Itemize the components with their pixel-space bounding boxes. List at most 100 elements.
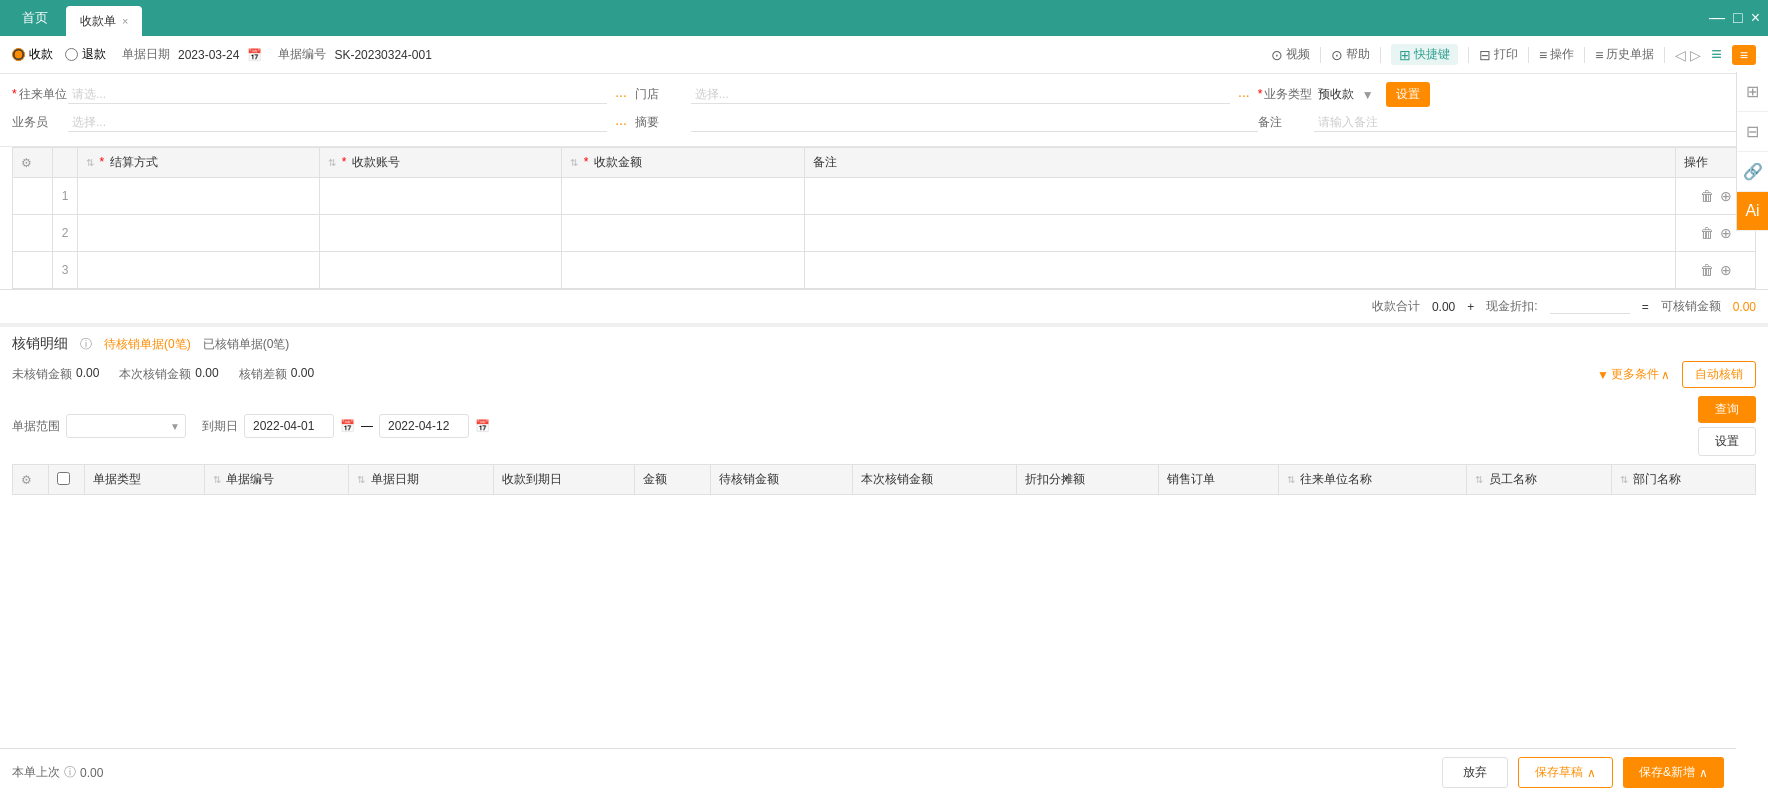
row2-remark[interactable] bbox=[804, 215, 1676, 252]
tab-active[interactable]: 收款单 × bbox=[66, 6, 142, 36]
action-print[interactable]: ⊟ 打印 bbox=[1479, 46, 1518, 63]
salesperson-input[interactable] bbox=[68, 113, 607, 132]
row3-settlement-input[interactable] bbox=[78, 252, 319, 288]
radio-receipt[interactable]: 收款 bbox=[12, 46, 53, 63]
row1-amount[interactable] bbox=[562, 178, 804, 215]
action-history[interactable]: ≡ 历史单据 bbox=[1595, 46, 1654, 63]
row3-settlement[interactable] bbox=[78, 252, 320, 289]
summary-input[interactable] bbox=[691, 113, 1258, 132]
toolbar-right-btns: 查询 设置 bbox=[1698, 396, 1756, 456]
row1-copy-icon[interactable]: ⊕ bbox=[1720, 188, 1732, 204]
right-panel-doc-icon[interactable]: ⊟ bbox=[1737, 112, 1768, 152]
row3-account[interactable] bbox=[320, 252, 562, 289]
query-btn[interactable]: 查询 bbox=[1698, 396, 1756, 423]
row1-amount-input[interactable] bbox=[562, 178, 803, 214]
radio-refund[interactable]: 退款 bbox=[65, 46, 106, 63]
row1-gear bbox=[13, 178, 53, 215]
row1-remark-input[interactable] bbox=[805, 178, 1676, 214]
row3-amount[interactable] bbox=[562, 252, 804, 289]
salesperson-more-btn[interactable]: ··· bbox=[615, 115, 627, 131]
bill-range-select[interactable] bbox=[66, 414, 186, 438]
row3-remark[interactable] bbox=[804, 252, 1676, 289]
remark-input[interactable] bbox=[1314, 113, 1756, 132]
date-to-input[interactable] bbox=[379, 414, 469, 438]
pending-tab[interactable]: 待核销单据(0笔) bbox=[104, 336, 191, 353]
row2-settlement[interactable] bbox=[78, 215, 320, 252]
calendar-icon-date[interactable]: 📅 bbox=[247, 48, 262, 62]
table-gear-icon[interactable]: ⚙ bbox=[21, 156, 32, 170]
bill-range-label: 单据范围 bbox=[12, 418, 60, 435]
video-icon: ⊙ bbox=[1271, 47, 1283, 63]
settings-btn[interactable]: 设置 bbox=[1386, 82, 1430, 107]
store-more-btn[interactable]: ··· bbox=[1238, 87, 1250, 103]
divider-5 bbox=[1584, 47, 1585, 63]
save-new-btn[interactable]: 保存&新增 ∧ bbox=[1623, 757, 1724, 788]
action-video-label: 视频 bbox=[1286, 46, 1310, 63]
more-conditions-btn[interactable]: ▼ 更多条件 ∧ bbox=[1597, 366, 1670, 383]
row1-account-input[interactable] bbox=[320, 178, 561, 214]
action-video[interactable]: ⊙ 视频 bbox=[1271, 46, 1310, 63]
row2-remark-input[interactable] bbox=[805, 215, 1676, 251]
row3-copy-icon[interactable]: ⊕ bbox=[1720, 262, 1732, 278]
layout-btn-grid[interactable]: ≡ bbox=[1732, 45, 1756, 65]
row2-settlement-input[interactable] bbox=[78, 215, 319, 251]
action-help[interactable]: ⊙ 帮助 bbox=[1331, 46, 1370, 63]
row2-amount-input[interactable] bbox=[562, 215, 803, 251]
row1-remark[interactable] bbox=[804, 178, 1676, 215]
action-shortcut-label: 快捷键 bbox=[1414, 46, 1450, 63]
biztype-arrow[interactable]: ▼ bbox=[1362, 88, 1374, 102]
row1-delete-icon[interactable]: 🗑 bbox=[1700, 188, 1714, 204]
counterparty-input[interactable] bbox=[68, 85, 607, 104]
filter-icon: ▼ bbox=[1597, 368, 1609, 382]
net-amount-value: 0.00 bbox=[1733, 300, 1756, 314]
nav-prev[interactable]: ◁ bbox=[1675, 47, 1686, 63]
save-draft-btn[interactable]: 保存草稿 ∧ bbox=[1518, 757, 1613, 788]
stat-uncancelled: 未核销金额 0.00 bbox=[12, 366, 99, 383]
cash-discount-input[interactable] bbox=[1550, 299, 1630, 314]
row2-account[interactable] bbox=[320, 215, 562, 252]
calendar-icon-from[interactable]: 📅 bbox=[340, 419, 355, 433]
calendar-icon-to[interactable]: 📅 bbox=[475, 419, 490, 433]
date-from-input[interactable] bbox=[244, 414, 334, 438]
right-panel-ai-icon[interactable]: Ai bbox=[1737, 192, 1768, 231]
store-input[interactable] bbox=[691, 85, 1230, 104]
nav-next[interactable]: ▷ bbox=[1690, 47, 1701, 63]
bottom-gear-icon[interactable]: ⚙ bbox=[21, 473, 32, 487]
row1-settlement-input[interactable] bbox=[78, 178, 319, 214]
toolbar: 收款 退款 单据日期 2023-03-24 📅 单据编号 SK-20230324… bbox=[0, 36, 1768, 74]
footer-info-icon[interactable]: ⓘ bbox=[64, 764, 76, 781]
row2-amount[interactable] bbox=[562, 215, 804, 252]
writeoff-settings-btn[interactable]: 设置 bbox=[1698, 427, 1756, 456]
window-close[interactable]: × bbox=[1751, 9, 1760, 27]
row3-remark-input[interactable] bbox=[805, 252, 1676, 288]
row3-delete-icon[interactable]: 🗑 bbox=[1700, 262, 1714, 278]
history-icon: ≡ bbox=[1595, 47, 1603, 63]
auto-writeoff-btn[interactable]: 自动核销 bbox=[1682, 361, 1756, 388]
row3-account-input[interactable] bbox=[320, 252, 561, 288]
row1-settlement[interactable] bbox=[78, 178, 320, 215]
row2-delete-icon[interactable]: 🗑 bbox=[1700, 225, 1714, 241]
save-draft-arrow: ∧ bbox=[1587, 766, 1596, 780]
row2-account-input[interactable] bbox=[320, 215, 561, 251]
writeoff-info-icon[interactable]: ⓘ bbox=[80, 336, 92, 353]
action-operation[interactable]: ≡ 操作 bbox=[1539, 46, 1574, 63]
main-table: ⚙ ⇅ * 结算方式 ⇅ * 收款账号 ⇅ * bbox=[12, 147, 1756, 289]
window-minimize[interactable]: — bbox=[1709, 9, 1725, 27]
layout-btn-list[interactable]: ≡ bbox=[1711, 44, 1722, 65]
tab-close-icon[interactable]: × bbox=[122, 15, 128, 27]
row1-account[interactable] bbox=[320, 178, 562, 215]
row2-copy-icon[interactable]: ⊕ bbox=[1720, 225, 1732, 241]
row3-amount-input[interactable] bbox=[562, 252, 803, 288]
counterparty-more-btn[interactable]: ··· bbox=[615, 87, 627, 103]
right-panel-link-icon[interactable]: 🔗 bbox=[1737, 152, 1768, 192]
tab-home[interactable]: 首页 bbox=[8, 0, 62, 36]
select-all-checkbox[interactable] bbox=[57, 472, 70, 485]
window-maximize[interactable]: □ bbox=[1733, 9, 1743, 27]
action-shortcut[interactable]: ⊞ 快捷键 bbox=[1391, 44, 1458, 65]
tab-bar: 首页 收款单 × — □ × bbox=[0, 0, 1768, 36]
right-panel-table-icon[interactable]: ⊞ bbox=[1737, 72, 1768, 112]
col-bill-date: ⇅ 单据日期 bbox=[349, 465, 493, 495]
done-tab[interactable]: 已核销单据(0笔) bbox=[203, 336, 290, 353]
store-field: 门店 ··· bbox=[635, 85, 1258, 104]
discard-btn[interactable]: 放弃 bbox=[1442, 757, 1508, 788]
